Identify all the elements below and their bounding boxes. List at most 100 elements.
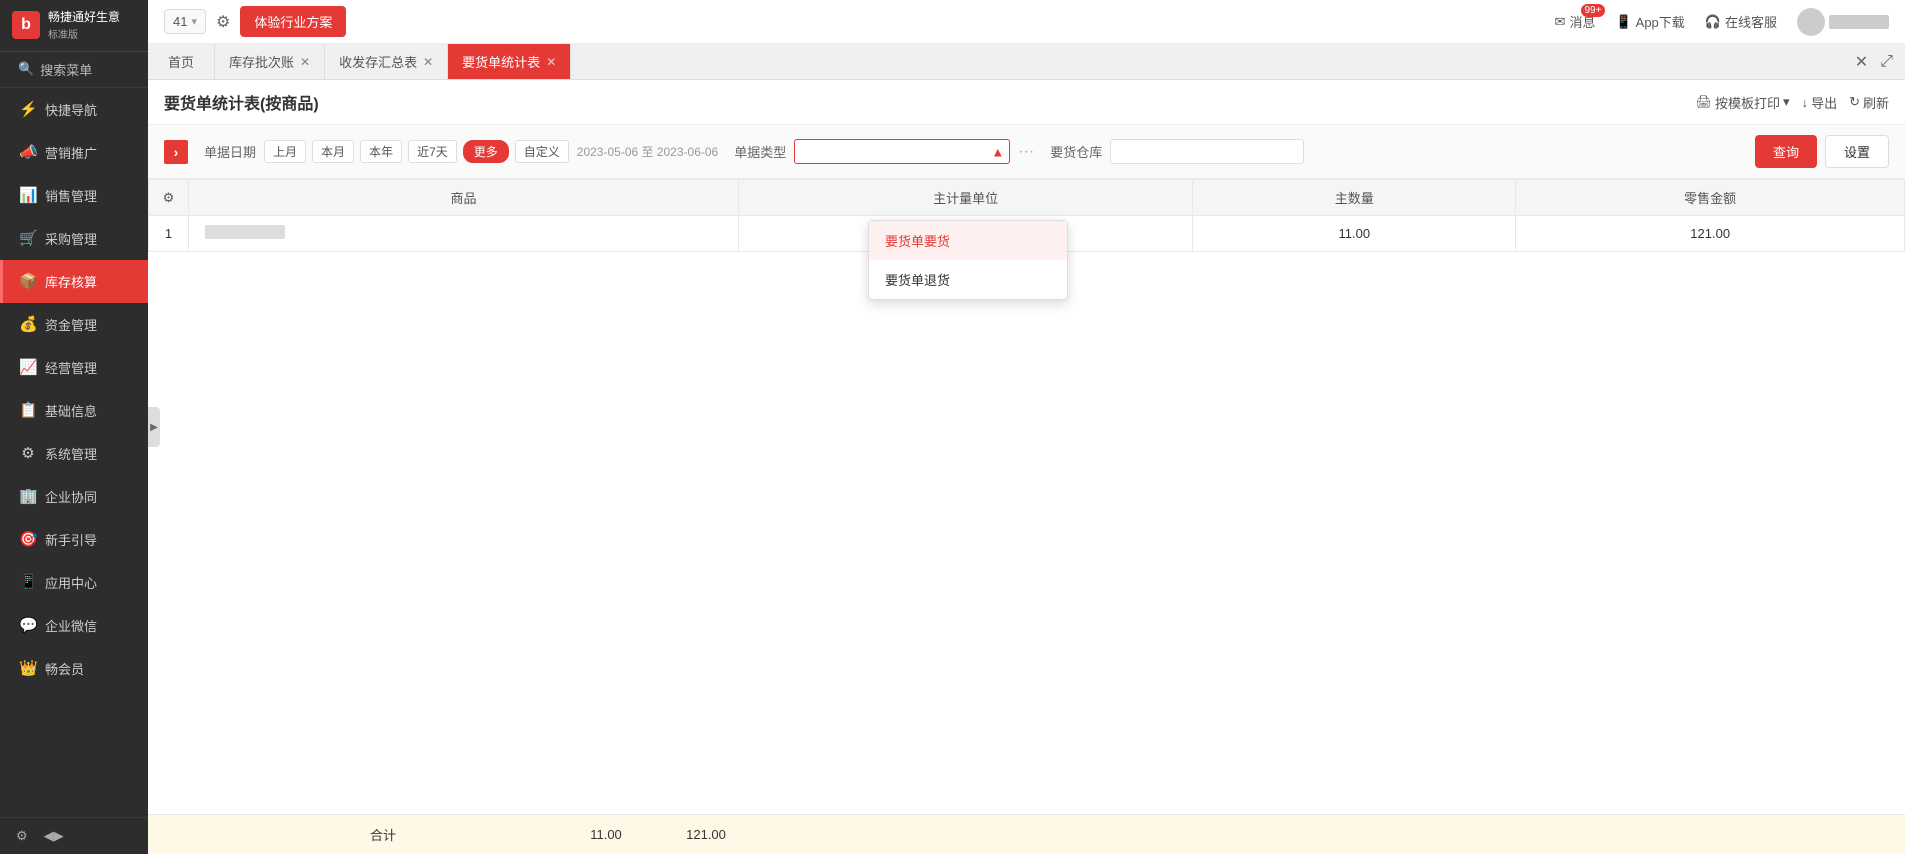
- table-header-row: ⚙ 商品 主计量单位 主数量 零售金额: [149, 180, 1905, 216]
- purchase-icon: 🛒: [19, 229, 37, 247]
- print-icon: 🖨: [1696, 94, 1713, 110]
- close-tab-receivable[interactable]: ✕: [423, 55, 433, 69]
- sidebar-item-label: 销售管理: [45, 186, 97, 205]
- quick-nav-icon: ⚡: [19, 100, 37, 118]
- filter-bar: › 单据日期 上月 本月 本年 近7天 更多 自定义 2023-05-06 至 …: [148, 125, 1905, 179]
- col-qty: 主数量: [1193, 180, 1516, 216]
- date-btn-last-month[interactable]: 上月: [264, 140, 306, 163]
- date-btn-custom[interactable]: 自定义: [515, 140, 569, 163]
- dropdown-item-return[interactable]: 要货单退货: [869, 260, 1067, 299]
- table-settings-icon[interactable]: ⚙: [163, 190, 175, 205]
- basics-icon: 📋: [19, 401, 37, 419]
- date-btn-this-month[interactable]: 本月: [312, 140, 354, 163]
- tab-home[interactable]: 首页: [148, 44, 215, 79]
- sidebar-item-label: 采购管理: [45, 229, 97, 248]
- date-btn-more[interactable]: 更多: [463, 140, 509, 163]
- tab-order-stats-label: 要货单统计表: [462, 52, 540, 71]
- sidebar-item-basics[interactable]: 📋 基础信息: [0, 389, 148, 432]
- sidebar-item-label: 营销推广: [45, 143, 97, 162]
- type-more-icon[interactable]: ···: [1018, 143, 1034, 161]
- user-avatar-button[interactable]: [1797, 8, 1889, 36]
- sidebar-item-system[interactable]: ⚙ 系统管理: [0, 432, 148, 475]
- tab-receivable-summary[interactable]: 收发存汇总表 ✕: [325, 44, 448, 79]
- sidebar-item-member[interactable]: 👑 畅会员: [0, 647, 148, 690]
- warehouse-filter-input[interactable]: [1110, 139, 1304, 164]
- refresh-icon: ↻: [1849, 94, 1860, 110]
- date-btn-this-year[interactable]: 本年: [360, 140, 402, 163]
- sidebar-item-app-center[interactable]: 📱 应用中心: [0, 561, 148, 604]
- sidebar-item-label: 企业协同: [45, 487, 97, 506]
- sidebar-item-guide[interactable]: 🎯 新手引导: [0, 518, 148, 561]
- date-range-display: 2023-05-06 至 2023-06-06: [577, 143, 718, 160]
- print-button[interactable]: 🖨 按模板打印 ▾: [1696, 93, 1790, 112]
- sidebar-toggle[interactable]: ▶: [148, 407, 160, 447]
- sidebar-item-label: 应用中心: [45, 573, 97, 592]
- type-select-wrapper: ▲: [794, 139, 1010, 164]
- close-tab-inventory-batch[interactable]: ✕: [300, 55, 310, 69]
- enterprise-icon: 🏢: [19, 487, 37, 505]
- app-title: 畅捷通好生意: [48, 10, 120, 26]
- sidebar-collapse-icon[interactable]: ◀▶: [44, 828, 64, 844]
- sidebar-item-inventory[interactable]: 📦 库存核算: [0, 260, 148, 303]
- sidebar-item-enterprise[interactable]: 🏢 企业协同: [0, 475, 148, 518]
- page-title: 要货单统计表(按商品): [164, 90, 319, 114]
- date-btn-last-7[interactable]: 近7天: [408, 140, 457, 163]
- type-filter-input[interactable]: [794, 139, 1010, 164]
- tab-order-stats[interactable]: 要货单统计表 ✕: [448, 44, 571, 79]
- print-chevron-icon: ▾: [1783, 94, 1790, 110]
- sidebar-item-quick-nav[interactable]: ⚡ 快捷导航: [0, 88, 148, 131]
- sidebar-item-sales[interactable]: 📊 销售管理: [0, 174, 148, 217]
- print-label: 按模板打印: [1715, 93, 1780, 112]
- footer-amount: 121.00: [656, 827, 756, 842]
- type-filter-label: 单据类型: [734, 142, 786, 161]
- main-content: 41 ▾ ⚙ 体验行业方案 ✉ 消息 99+ 📱 App下载 🎧 在线客服: [148, 0, 1905, 854]
- tabs-actions: ✕ ⤢: [1851, 48, 1905, 76]
- sidebar-item-purchase[interactable]: 🛒 采购管理: [0, 217, 148, 260]
- app-download-link[interactable]: 📱 App下载: [1615, 12, 1684, 31]
- footer-qty: 11.00: [556, 827, 656, 842]
- filter-expand-toggle[interactable]: ›: [164, 140, 188, 164]
- marketing-icon: 📣: [19, 143, 37, 161]
- dropdown-item-order[interactable]: 要货单要货: [869, 221, 1067, 260]
- sidebar-settings-icon[interactable]: ⚙: [16, 828, 28, 844]
- date-filter-group: 单据日期 上月 本月 本年 近7天 更多 自定义 2023-05-06 至 20…: [204, 140, 718, 163]
- sidebar-item-finance[interactable]: 💰 资金管理: [0, 303, 148, 346]
- filter-actions: 查询 设置: [1755, 135, 1889, 168]
- app-center-icon: 📱: [19, 573, 37, 591]
- tab-inventory-batch[interactable]: 库存批次账 ✕: [215, 44, 325, 79]
- user-avatar: [1797, 8, 1825, 36]
- export-label: 导出: [1811, 93, 1837, 112]
- app-subtitle: 标准版: [48, 26, 120, 41]
- topbar-settings-icon[interactable]: ⚙: [216, 12, 230, 32]
- notification-button[interactable]: ✉ 消息 99+: [1555, 12, 1596, 31]
- branch-selector[interactable]: 41 ▾: [164, 9, 206, 34]
- close-all-tabs-icon[interactable]: ✕: [1851, 48, 1872, 76]
- sidebar-item-operations[interactable]: 📈 经营管理: [0, 346, 148, 389]
- customer-service-link[interactable]: 🎧 在线客服: [1705, 12, 1777, 31]
- logo-icon: b: [12, 11, 40, 39]
- date-shortcuts: 上月 本月 本年 近7天 更多 自定义: [264, 140, 569, 163]
- notification-badge: 99+: [1581, 4, 1606, 17]
- finance-icon: 💰: [19, 315, 37, 333]
- username-text: [1829, 15, 1889, 29]
- query-button[interactable]: 查询: [1755, 135, 1817, 168]
- sidebar-item-marketing[interactable]: 📣 营销推广: [0, 131, 148, 174]
- tab-bar: 首页 库存批次账 ✕ 收发存汇总表 ✕ 要货单统计表 ✕ ✕ ⤢: [148, 44, 1905, 80]
- search-menu[interactable]: 🔍 搜索菜单: [0, 52, 148, 88]
- export-button[interactable]: ↓ 导出: [1802, 93, 1838, 112]
- guide-icon: 🎯: [19, 530, 37, 548]
- refresh-button[interactable]: ↻ 刷新: [1849, 93, 1889, 112]
- sidebar-item-label: 资金管理: [45, 315, 97, 334]
- trial-button[interactable]: 体验行业方案: [240, 6, 346, 37]
- expand-tabs-icon[interactable]: ⤢: [1876, 49, 1897, 75]
- system-icon: ⚙: [19, 444, 37, 462]
- col-settings[interactable]: ⚙: [149, 180, 189, 216]
- sidebar-item-wechat[interactable]: 💬 企业微信: [0, 604, 148, 647]
- close-tab-order-stats[interactable]: ✕: [546, 55, 556, 69]
- settings-button[interactable]: 设置: [1825, 135, 1889, 168]
- row-qty: 11.00: [1193, 216, 1516, 252]
- customer-service-icon: 🎧: [1705, 14, 1721, 30]
- warehouse-filter-label: 要货仓库: [1050, 142, 1102, 161]
- app-download-label: App下载: [1636, 12, 1685, 31]
- page-header: 要货单统计表(按商品) 🖨 按模板打印 ▾ ↓ 导出 ↻ 刷新: [148, 80, 1905, 125]
